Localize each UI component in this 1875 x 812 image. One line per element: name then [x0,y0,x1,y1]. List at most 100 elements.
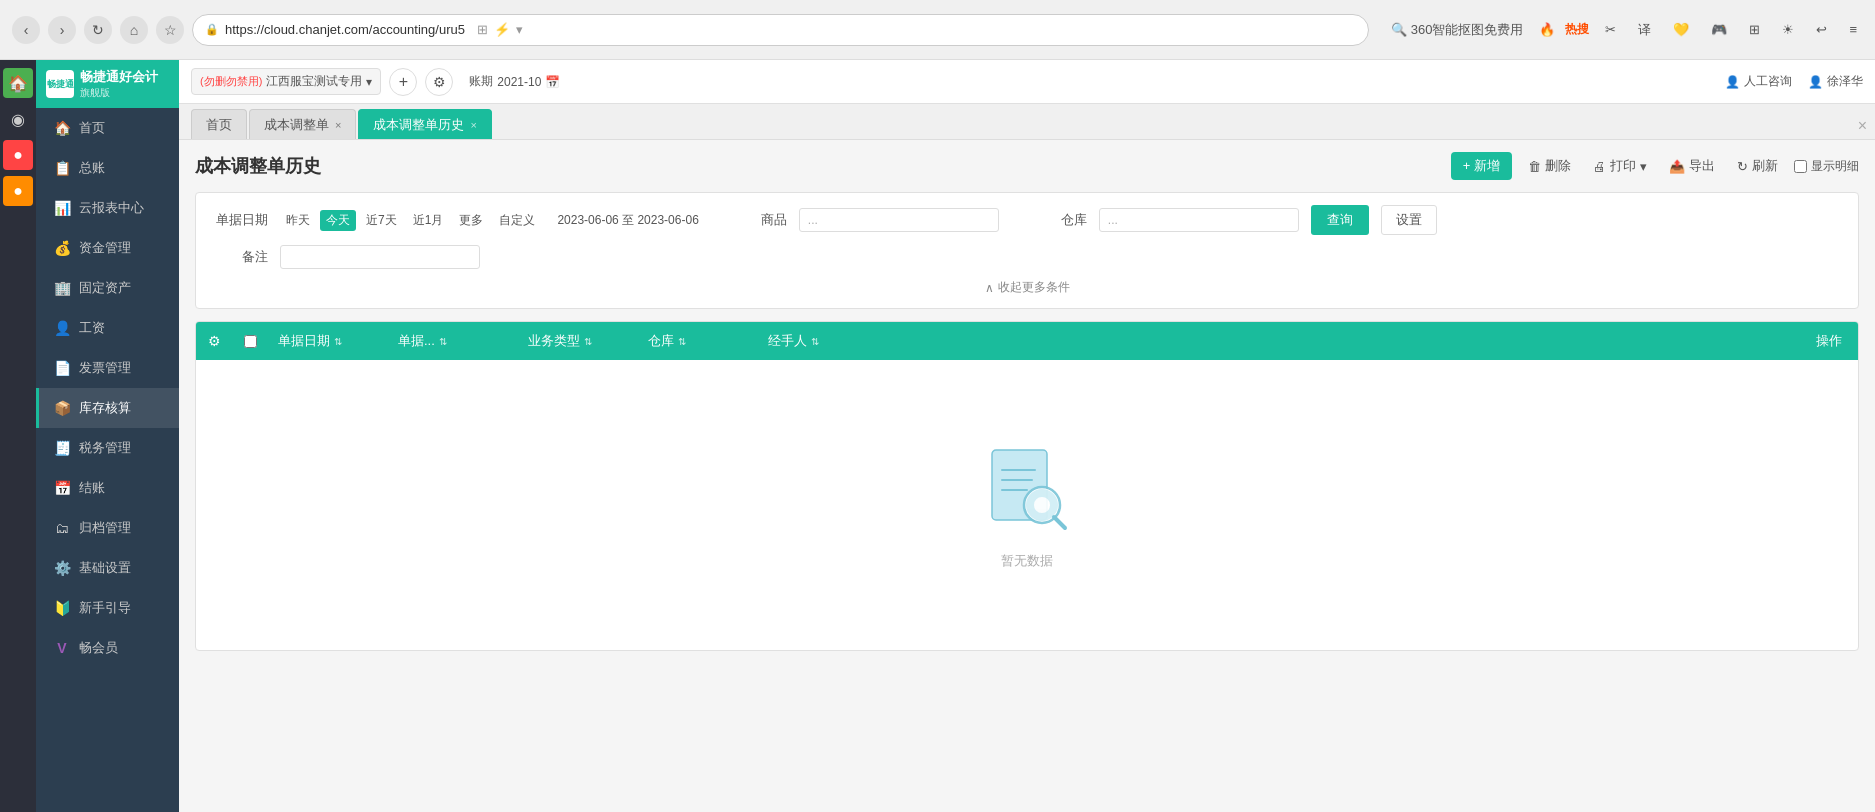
sidebar-item-ledger[interactable]: 📋 总账 [36,148,179,188]
scissors-btn[interactable]: ✂ [1599,18,1622,41]
company-name: 江西服宝测试专用 [266,73,362,90]
iconbar-item1[interactable]: ◉ [3,104,33,134]
sidebar-item-closing[interactable]: 📅 结账 [36,468,179,508]
tab-bar: 首页 成本调整单 × 成本调整单历史 × × [179,104,1875,140]
browser-dropdown-icon[interactable]: ▾ [516,22,523,37]
tab-cost-adjust-close[interactable]: × [335,119,341,131]
sidebar-item-funds[interactable]: 💰 资金管理 [36,228,179,268]
remark-input[interactable] [280,245,480,269]
sidebar-item-reports[interactable]: 📊 云报表中心 [36,188,179,228]
new-btn[interactable]: + 新增 [1451,152,1512,180]
grid-btn[interactable]: ⊞ [1743,18,1766,41]
shortcut-yesterday[interactable]: 昨天 [280,210,316,231]
iconbar-home[interactable]: 🏠 [3,68,33,98]
goods-selector[interactable]: ... [799,208,999,232]
period-value: 2021-10 [497,75,541,89]
top-bar-right: 👤 人工咨询 👤 徐泽华 [1725,73,1863,90]
collapse-btn[interactable]: ∧ 收起更多条件 [985,279,1070,296]
th-no-sort-icon: ⇅ [439,336,447,347]
sidebar-item-member[interactable]: V 畅会员 [36,628,179,668]
sidebar-label-member: 畅会员 [79,639,118,657]
display-cols-label[interactable]: 显示明细 [1794,158,1859,175]
iconbar-item3[interactable]: ● [3,176,33,206]
th-type[interactable]: 业务类型 ⇅ [518,332,638,350]
translate-btn[interactable]: 译 [1632,17,1657,43]
delete-icon: 🗑 [1528,159,1541,174]
company-selector[interactable]: (勿删勿禁用) 江西服宝测试专用 ▾ [191,68,381,95]
sidebar-item-inventory[interactable]: 📦 库存核算 [36,388,179,428]
collapse-row: ∧ 收起更多条件 [212,279,1842,296]
refresh-button[interactable]: ↻ [84,16,112,44]
refresh-btn[interactable]: ↻ 刷新 [1731,153,1784,179]
th-check[interactable] [232,335,268,348]
print-icon: 🖨 [1593,159,1606,174]
calendar-icon[interactable]: 📅 [545,75,560,89]
print-btn[interactable]: 🖨 打印 ▾ [1587,153,1653,179]
game-btn[interactable]: 🎮 [1705,18,1733,41]
tab-cost-adjust[interactable]: 成本调整单 × [249,109,356,139]
sidebar-item-payroll[interactable]: 👤 工资 [36,308,179,348]
sidebar-item-fixed-assets[interactable]: 🏢 固定资产 [36,268,179,308]
company-dropdown-icon: ▾ [366,75,372,89]
tab-cost-adjust-history-close[interactable]: × [470,119,476,131]
export-btn[interactable]: 📤 导出 [1663,153,1721,179]
sidebar-label-settings: 基础设置 [79,559,131,577]
sidebar-item-archive[interactable]: 🗂 归档管理 [36,508,179,548]
tab-cost-adjust-history[interactable]: 成本调整单历史 × [358,109,491,139]
warehouse-selector[interactable]: ... [1099,208,1299,232]
sidebar-item-home[interactable]: 🏠 首页 [36,108,179,148]
filter-settings-btn[interactable]: 设置 [1381,205,1437,235]
payroll-icon: 👤 [53,320,71,336]
sidebar-label-archive: 归档管理 [79,519,131,537]
undo-btn[interactable]: ↩ [1810,18,1833,41]
query-btn[interactable]: 查询 [1311,205,1369,235]
search-btn[interactable]: 🔍 360智能抠图免费用 [1385,17,1529,43]
th-operator[interactable]: 经手人 ⇅ [758,332,878,350]
company-warning: (勿删勿禁用) [200,74,262,89]
brightness-btn[interactable]: ☀ [1776,18,1800,41]
home-button[interactable]: ⌂ [120,16,148,44]
star-button[interactable]: ☆ [156,16,184,44]
th-settings[interactable]: ⚙ [196,333,232,349]
browser-lightning-icon: ⚡ [494,22,510,37]
company-settings-btn[interactable]: ⚙ [425,68,453,96]
add-company-btn[interactable]: + [389,68,417,96]
th-date[interactable]: 单据日期 ⇅ [268,332,388,350]
display-cols-checkbox[interactable] [1794,160,1807,173]
sidebar-item-guide[interactable]: 🔰 新手引导 [36,588,179,628]
th-no[interactable]: 单据... ⇅ [388,332,518,350]
page-title: 成本调整单历史 [195,154,1451,178]
wallet-btn[interactable]: 💛 [1667,18,1695,41]
shortcut-more[interactable]: 更多 [453,210,489,231]
address-bar[interactable]: 🔒 https://cloud.chanjet.com/accounting/u… [192,14,1369,46]
window-close-btn[interactable]: × [1850,113,1875,139]
menu-btn[interactable]: ≡ [1843,18,1863,41]
guide-icon: 🔰 [53,600,71,616]
closing-icon: 📅 [53,480,71,496]
shortcut-1month[interactable]: 近1月 [407,210,450,231]
sidebar-item-invoice[interactable]: 📄 发票管理 [36,348,179,388]
th-warehouse-sort-icon: ⇅ [678,336,686,347]
user-avatar[interactable]: 👤 徐泽华 [1808,73,1863,90]
iconbar-item2[interactable]: ● [3,140,33,170]
consultant-icon: 👤 [1725,75,1740,89]
tab-home[interactable]: 首页 [191,109,247,139]
sidebar-item-settings[interactable]: ⚙️ 基础设置 [36,548,179,588]
shortcut-7days[interactable]: 近7天 [360,210,403,231]
th-warehouse[interactable]: 仓库 ⇅ [638,332,758,350]
sidebar-label-funds: 资金管理 [79,239,131,257]
date-filter-label: 单据日期 [212,211,268,229]
select-all-checkbox[interactable] [244,335,257,348]
sidebar-item-tax[interactable]: 🧾 税务管理 [36,428,179,468]
shortcut-custom[interactable]: 自定义 [493,210,541,231]
collapse-icon: ∧ [985,281,994,295]
sidebar-header[interactable]: 畅捷通 畅捷通好会计 旗舰版 [36,60,179,108]
app-logo: 畅捷通 [46,70,74,98]
shortcut-today[interactable]: 今天 [320,210,356,231]
back-button[interactable]: ‹ [12,16,40,44]
empty-state: 暂无数据 [196,360,1858,650]
consultant-btn[interactable]: 👤 人工咨询 [1725,73,1792,90]
delete-btn[interactable]: 🗑 删除 [1522,153,1577,179]
th-operator-label: 经手人 [768,332,807,350]
forward-button[interactable]: › [48,16,76,44]
